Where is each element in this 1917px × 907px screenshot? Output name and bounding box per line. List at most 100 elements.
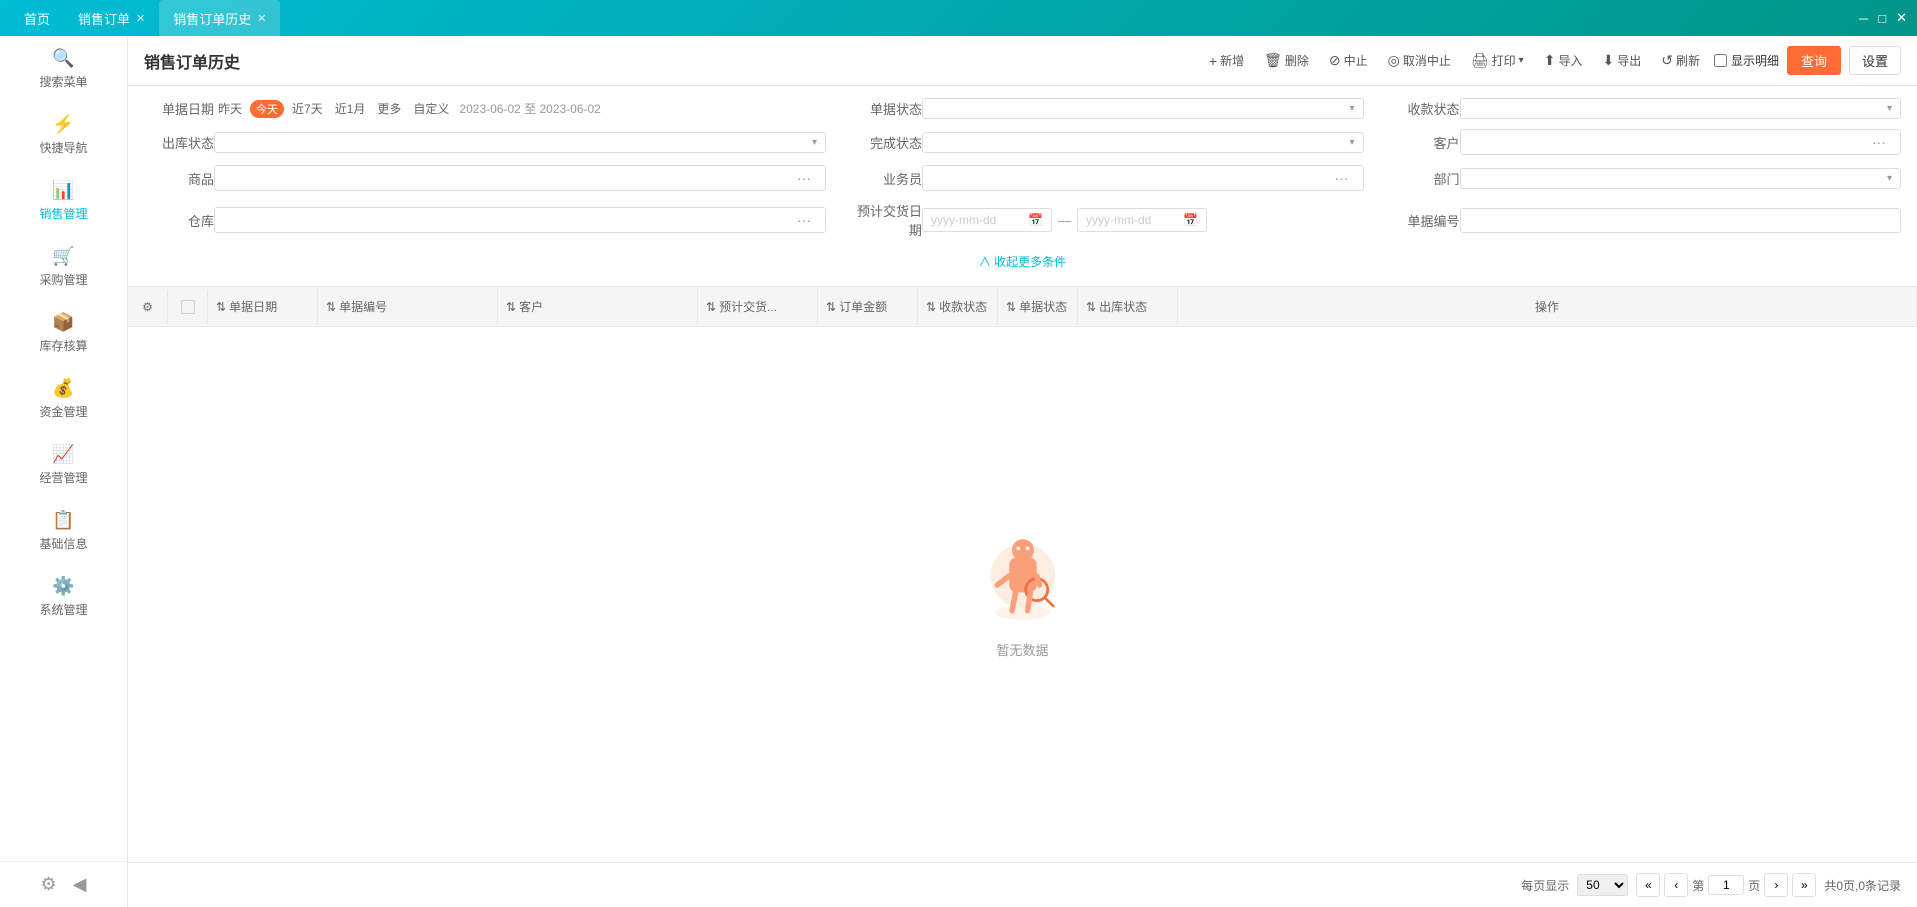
sidebar-item-inventory[interactable]: 📦 库存核算 <box>0 300 127 366</box>
bill-no-input[interactable] <box>1469 214 1893 228</box>
sidebar-bottom: ⚙ ◀ <box>0 861 127 907</box>
export-button[interactable]: ⬇ 导出 <box>1596 48 1647 73</box>
empty-text: 暂无数据 <box>996 640 1048 659</box>
sidebar-item-finance[interactable]: 💰 资金管理 <box>0 366 127 432</box>
tab-sales-order[interactable]: 销售订单 ✕ <box>64 0 159 36</box>
tab-sales-order-history-close[interactable]: ✕ <box>257 12 266 25</box>
goods-select-btn[interactable]: ··· <box>791 170 817 186</box>
date-buttons: 昨天 今天 近7天 近1月 更多 自定义 <box>214 99 453 118</box>
tab-sales-order-history[interactable]: 销售订单历史 ✕ <box>159 0 280 36</box>
bill-status-label: 单据状态 <box>852 99 922 118</box>
sidebar-item-label: 基础信息 <box>39 535 87 552</box>
sidebar-item-sales[interactable]: 📊 销售管理 <box>0 168 127 234</box>
toolbar: + 新增 🗑 删除 ⊘ 中止 ◎ 取消中止 🖨 打印 <box>1203 46 1901 75</box>
empty-figure-icon <box>968 530 1078 640</box>
import-icon: ⬆ <box>1544 52 1556 69</box>
complete-status-label: 完成状态 <box>852 133 922 152</box>
sidebar-item-system[interactable]: ⚙️ 系统管理 <box>0 564 127 630</box>
date-range-display: 2023-06-02 至 2023-06-02 <box>459 100 600 117</box>
filter-area: 单据日期 昨天 今天 近7天 近1月 更多 自定义 2023-06-02 至 2… <box>128 86 1917 287</box>
warehouse-select-btn[interactable]: ··· <box>791 212 817 228</box>
stop-icon: ⊘ <box>1329 52 1341 69</box>
date-filter: 昨天 今天 近7天 近1月 更多 自定义 2023-06-02 至 2023-0… <box>214 99 826 118</box>
basic-icon: 📋 <box>52 510 74 531</box>
calendar-to-icon[interactable]: 📅 <box>1183 213 1198 227</box>
sidebar-item-basic[interactable]: 📋 基础信息 <box>0 498 127 564</box>
stop-button[interactable]: ⊘ 中止 <box>1323 48 1374 73</box>
payment-status-select[interactable]: ▾ <box>1460 98 1902 119</box>
sort-icon-date[interactable]: ⇅ <box>216 300 226 314</box>
sort-icon-out[interactable]: ⇅ <box>1086 300 1096 314</box>
minimize-btn[interactable]: ─ <box>1859 11 1868 26</box>
sort-icon-delivery[interactable]: ⇅ <box>706 300 716 314</box>
sales-icon: 📊 <box>52 180 74 201</box>
tab-sales-order-close[interactable]: ✕ <box>136 12 145 25</box>
close-btn[interactable]: ✕ <box>1896 10 1907 26</box>
out-status-select[interactable]: ▾ <box>214 132 826 153</box>
sales-select-btn[interactable]: ··· <box>1329 170 1355 186</box>
date-btn-more[interactable]: 更多 <box>373 99 405 118</box>
th-operation: 操作 <box>1178 288 1917 325</box>
calendar-from-icon[interactable]: 📅 <box>1028 213 1043 227</box>
system-icon: ⚙️ <box>52 576 74 597</box>
bill-status-select[interactable]: ▾ <box>922 98 1364 119</box>
import-button[interactable]: ⬆ 导入 <box>1538 48 1589 73</box>
sidebar-item-label: 库存核算 <box>39 337 87 354</box>
next-page-btn[interactable]: › <box>1764 873 1788 897</box>
first-page-btn[interactable]: « <box>1636 873 1660 897</box>
refresh-button[interactable]: ↺ 刷新 <box>1655 48 1706 73</box>
th-date: ⇅ 单据日期 <box>208 288 318 325</box>
dept-select[interactable]: ▾ <box>1460 168 1902 189</box>
sort-icon-number[interactable]: ⇅ <box>326 300 336 314</box>
sidebar-item-search[interactable]: 🔍 搜索菜单 <box>0 36 127 102</box>
settings-gear-icon[interactable]: ⚙ <box>41 874 57 895</box>
sort-icon-bill[interactable]: ⇅ <box>1006 300 1016 314</box>
filter-row-1: 单据日期 昨天 今天 近7天 近1月 更多 自定义 2023-06-02 至 2… <box>144 98 1901 119</box>
delete-button[interactable]: 🗑 删除 <box>1258 48 1315 73</box>
add-button[interactable]: + 新增 <box>1203 48 1250 73</box>
empty-state: 暂无数据 <box>128 327 1917 862</box>
bill-status-arrow-icon: ▾ <box>1349 103 1354 114</box>
page-input[interactable] <box>1708 875 1744 895</box>
maximize-btn[interactable]: □ <box>1878 11 1886 26</box>
th-settings[interactable]: ⚙ <box>128 290 168 324</box>
date-btn-7days[interactable]: 近7天 <box>288 99 327 118</box>
th-checkbox[interactable] <box>168 290 208 324</box>
print-button[interactable]: 🖨 打印 ▾ <box>1465 48 1530 73</box>
sort-icon-amount[interactable]: ⇅ <box>826 300 836 314</box>
complete-status-select[interactable]: ▾ <box>922 132 1364 153</box>
delivery-date-from[interactable]: yyyy-mm-dd 📅 <box>922 208 1052 232</box>
delivery-date-to[interactable]: yyyy-mm-dd 📅 <box>1077 208 1207 232</box>
prev-page-btn[interactable]: ‹ <box>1664 873 1688 897</box>
collapse-filter-btn[interactable]: ∧ 收起更多条件 <box>144 249 1901 274</box>
query-button[interactable]: 查询 <box>1787 46 1841 75</box>
settings-col-icon: ⚙ <box>142 300 153 314</box>
th-amount: ⇅ 订单金额 <box>818 288 918 325</box>
sidebar-item-management[interactable]: 📈 经营管理 <box>0 432 127 498</box>
bill-no-label: 单据编号 <box>1390 211 1460 230</box>
date-btn-custom[interactable]: 自定义 <box>409 99 453 118</box>
show-detail-check[interactable]: 显示明细 <box>1714 52 1779 69</box>
page-size-select[interactable]: 50 20 100 200 <box>1577 874 1628 896</box>
tab-home[interactable]: 首页 <box>10 0 64 36</box>
sort-icon-customer[interactable]: ⇅ <box>506 300 516 314</box>
sidebar-item-nav[interactable]: ⚡ 快捷导航 <box>0 102 127 168</box>
date-btn-1month[interactable]: 近1月 <box>331 99 370 118</box>
settings-button[interactable]: 设置 <box>1849 46 1901 75</box>
customer-label: 客户 <box>1390 133 1460 152</box>
date-separator: — <box>1052 213 1077 228</box>
show-detail-checkbox[interactable] <box>1714 54 1727 67</box>
sidebar-collapse-icon[interactable]: ◀ <box>73 874 87 895</box>
page-title: 销售订单历史 <box>144 49 240 73</box>
delivery-date-label: 预计交货日期 <box>852 201 922 239</box>
select-all-checkbox[interactable] <box>181 300 195 314</box>
customer-select-btn[interactable]: ··· <box>1866 134 1892 150</box>
sidebar-item-purchase[interactable]: 🛒 采购管理 <box>0 234 127 300</box>
date-btn-yesterday[interactable]: 昨天 <box>214 99 246 118</box>
table-area: ⚙ ⇅ 单据日期 ⇅ 单据编号 ⇅ 客户 ⇅ <box>128 287 1917 862</box>
sort-icon-payment[interactable]: ⇅ <box>926 300 936 314</box>
last-page-btn[interactable]: » <box>1792 873 1816 897</box>
date-btn-today[interactable]: 今天 <box>250 100 284 118</box>
sidebar-item-label: 搜索菜单 <box>39 73 87 90</box>
cancel-stop-button[interactable]: ◎ 取消中止 <box>1382 48 1457 73</box>
